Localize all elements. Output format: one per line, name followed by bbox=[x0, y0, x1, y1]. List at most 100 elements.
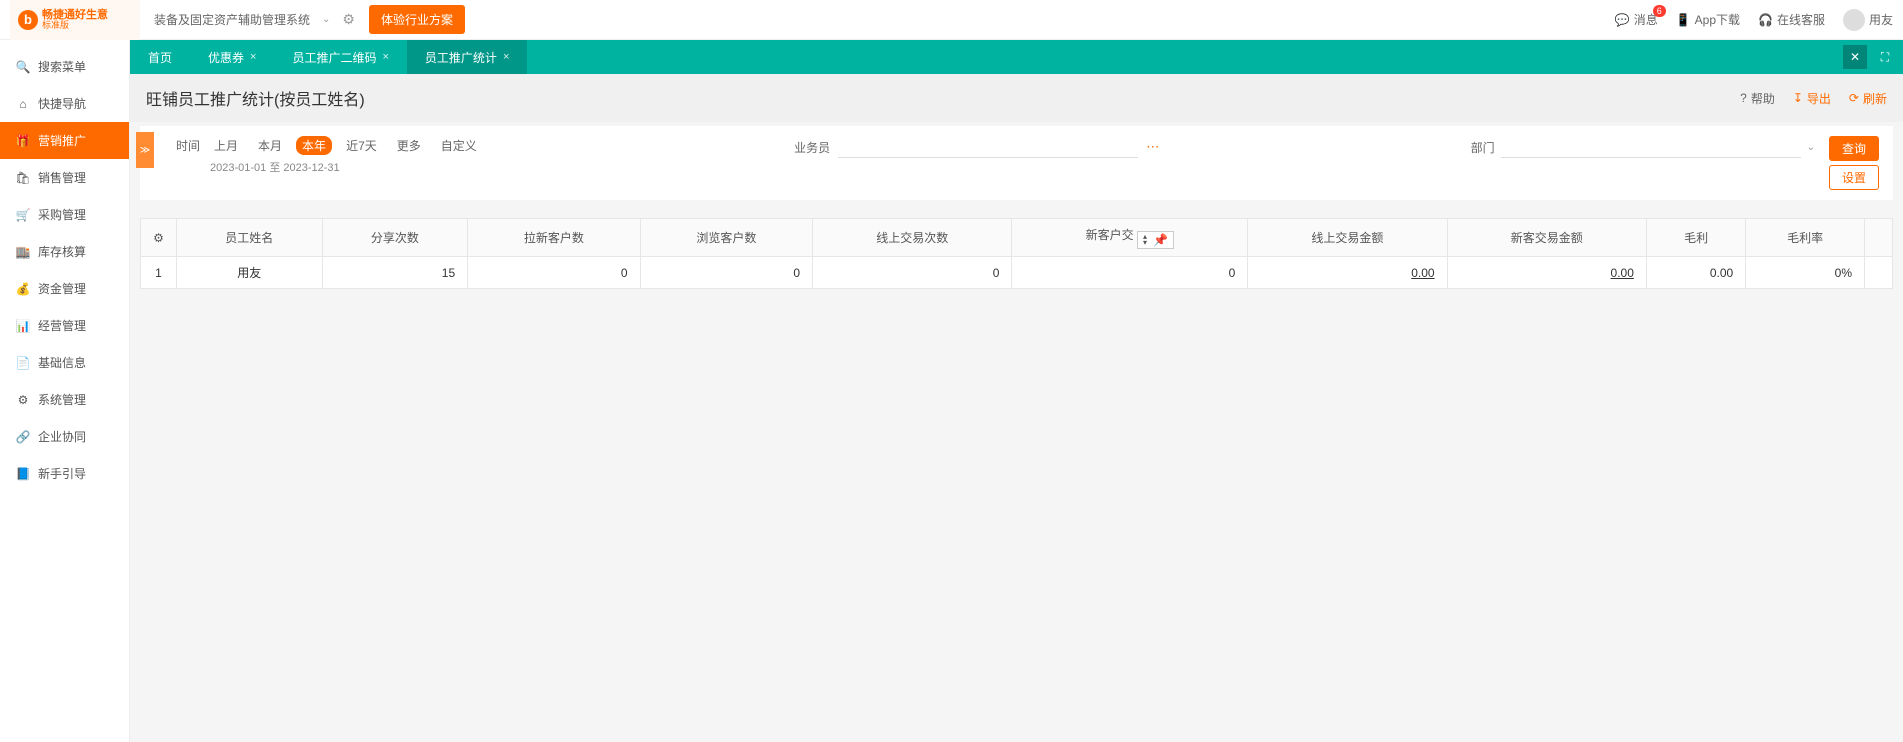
filter-bar: ≫ 时间 上月 本月 本年 近7天 更多 自定义 2023-01-01 至 20… bbox=[140, 126, 1893, 200]
dept-filter: 部门 ⌄ bbox=[1471, 136, 1815, 158]
sidebar-item-base[interactable]: 📄基础信息 bbox=[0, 344, 129, 381]
search-icon: 🔍 bbox=[16, 60, 30, 74]
time-opt-5[interactable]: 自定义 bbox=[435, 136, 483, 155]
cell-share: 15 bbox=[322, 257, 468, 289]
fullscreen-button[interactable]: ⛶ bbox=[1873, 45, 1897, 69]
cell-profit: 0.00 bbox=[1646, 257, 1745, 289]
bag-icon: 🛍 bbox=[16, 171, 30, 185]
export-button[interactable]: ↧导出 bbox=[1793, 90, 1831, 107]
cell-rate: 0% bbox=[1746, 257, 1865, 289]
close-icon[interactable]: × bbox=[503, 51, 509, 63]
cell-otx: 0 bbox=[813, 257, 1012, 289]
home-icon: ⌂ bbox=[16, 97, 30, 111]
col-profit[interactable]: 毛利 bbox=[1646, 219, 1745, 257]
col-gear[interactable]: ⚙ bbox=[141, 219, 177, 257]
sidebar-item-fund[interactable]: 💰资金管理 bbox=[0, 270, 129, 307]
date-range-label: 2023-01-01 至 2023-12-31 bbox=[176, 159, 483, 175]
tab-home[interactable]: 首页 bbox=[130, 40, 190, 74]
book-icon: 📘 bbox=[16, 467, 30, 481]
notice-button[interactable]: 💬 消息 6 bbox=[1615, 11, 1658, 28]
sidebar-item-guide[interactable]: 📘新手引导 bbox=[0, 455, 129, 492]
cell-idx: 1 bbox=[141, 257, 177, 289]
sidebar: 🔍搜索菜单 ⌂快捷导航 🎁营销推广 🛍销售管理 🛒采购管理 🏬库存核算 💰资金管… bbox=[0, 40, 130, 742]
time-opt-3[interactable]: 近7天 bbox=[340, 136, 383, 155]
system-name: 装备及固定资产辅助管理系统 bbox=[154, 11, 310, 28]
col-browse[interactable]: 浏览客户数 bbox=[640, 219, 812, 257]
close-icon[interactable]: × bbox=[250, 51, 256, 63]
table: ⚙ 员工姓名 分享次数 拉新客户数 浏览客户数 线上交易次数 新客户交 ▴▾ 📌 bbox=[140, 218, 1893, 289]
col-namt[interactable]: 新客交易金额 bbox=[1447, 219, 1646, 257]
sort-control[interactable]: ▴▾ 📌 bbox=[1137, 231, 1174, 249]
table-row[interactable]: 1 用友 15 0 0 0 0 0.00 0.00 0.00 0% bbox=[141, 257, 1893, 289]
chat-icon: 💬 bbox=[1615, 13, 1630, 27]
user-menu[interactable]: 用友 bbox=[1843, 9, 1893, 31]
page-title: 旺铺员工推广统计(按员工姓名) bbox=[146, 86, 365, 110]
help-button[interactable]: ?帮助 bbox=[1740, 90, 1775, 107]
operator-label: 业务员 bbox=[794, 139, 830, 156]
sidebar-item-purchase[interactable]: 🛒采购管理 bbox=[0, 196, 129, 233]
cell-name: 用友 bbox=[177, 257, 323, 289]
cell-nctx: 0 bbox=[1012, 257, 1248, 289]
download-button[interactable]: 📱 App下载 bbox=[1676, 11, 1740, 28]
system-selector[interactable]: 装备及固定资产辅助管理系统 ⌄ ⚙ bbox=[154, 11, 355, 28]
chevron-down-icon: ⌄ bbox=[322, 14, 330, 25]
service-button[interactable]: 🎧 在线客服 bbox=[1758, 11, 1825, 28]
cell-namt[interactable]: 0.00 bbox=[1447, 257, 1646, 289]
export-icon: ↧ bbox=[1793, 91, 1803, 105]
cell-spacer bbox=[1865, 257, 1893, 289]
sidebar-item-search[interactable]: 🔍搜索菜单 bbox=[0, 48, 129, 85]
gear-icon[interactable]: ⚙ bbox=[342, 11, 355, 28]
col-name[interactable]: 员工姓名 bbox=[177, 219, 323, 257]
operator-input[interactable] bbox=[838, 136, 1138, 158]
sidebar-item-marketing[interactable]: 🎁营销推广 bbox=[0, 122, 129, 159]
experience-button[interactable]: 体验行业方案 bbox=[369, 5, 465, 34]
content: 首页 优惠券× 员工推广二维码× 员工推广统计× ✕ ⛶ 旺铺员工推广统计(按员… bbox=[130, 40, 1903, 742]
tab-coupon[interactable]: 优惠券× bbox=[190, 40, 274, 74]
money-icon: 💰 bbox=[16, 282, 30, 296]
time-opt-1[interactable]: 本月 bbox=[252, 136, 288, 155]
refresh-icon: ⟳ bbox=[1849, 91, 1859, 105]
col-nctx[interactable]: 新客户交 ▴▾ 📌 bbox=[1012, 219, 1248, 257]
sidebar-item-sys[interactable]: ⚙系统管理 bbox=[0, 381, 129, 418]
logo-main-text: 畅捷通好生意 bbox=[42, 9, 108, 21]
more-icon[interactable]: ⋯ bbox=[1146, 139, 1159, 155]
dept-select[interactable] bbox=[1501, 136, 1801, 158]
col-otx[interactable]: 线上交易次数 bbox=[813, 219, 1012, 257]
close-all-button[interactable]: ✕ bbox=[1843, 45, 1867, 69]
sort-arrows-icon: ▴▾ bbox=[1143, 234, 1147, 246]
sidebar-item-biz[interactable]: 📊经营管理 bbox=[0, 307, 129, 344]
col-oamt[interactable]: 线上交易金额 bbox=[1248, 219, 1447, 257]
query-button[interactable]: 查询 bbox=[1829, 136, 1879, 161]
sidebar-item-sales[interactable]: 🛍销售管理 bbox=[0, 159, 129, 196]
settings-icon: ⚙ bbox=[16, 393, 30, 407]
chevron-down-icon[interactable]: ⌄ bbox=[1807, 142, 1815, 153]
logo: b 畅捷通好生意 标准版 bbox=[10, 0, 140, 40]
refresh-button[interactable]: ⟳刷新 bbox=[1849, 90, 1887, 107]
col-rate[interactable]: 毛利率 bbox=[1746, 219, 1865, 257]
header-right: 💬 消息 6 📱 App下载 🎧 在线客服 用友 bbox=[1615, 9, 1893, 31]
sidebar-item-stock[interactable]: 🏬库存核算 bbox=[0, 233, 129, 270]
pin-icon: 📌 bbox=[1153, 233, 1168, 247]
logo-sub-text: 标准版 bbox=[42, 21, 108, 31]
collapse-button[interactable]: ≫ bbox=[136, 132, 154, 168]
col-share[interactable]: 分享次数 bbox=[322, 219, 468, 257]
time-opt-4[interactable]: 更多 bbox=[391, 136, 427, 155]
sidebar-item-ent[interactable]: 🔗企业协同 bbox=[0, 418, 129, 455]
col-newc[interactable]: 拉新客户数 bbox=[468, 219, 640, 257]
col-spacer bbox=[1865, 219, 1893, 257]
tab-stats[interactable]: 员工推广统计× bbox=[407, 40, 527, 74]
logo-icon: b bbox=[18, 10, 38, 30]
time-opt-2[interactable]: 本年 bbox=[296, 136, 332, 155]
question-icon: ? bbox=[1740, 91, 1747, 105]
time-opt-0[interactable]: 上月 bbox=[208, 136, 244, 155]
tab-qrcode[interactable]: 员工推广二维码× bbox=[274, 40, 406, 74]
time-filter: 时间 上月 本月 本年 近7天 更多 自定义 2023-01-01 至 2023… bbox=[176, 136, 483, 175]
headset-icon: 🎧 bbox=[1758, 13, 1773, 27]
tab-bar: 首页 优惠券× 员工推广二维码× 员工推广统计× ✕ ⛶ bbox=[130, 40, 1903, 74]
sidebar-item-quick[interactable]: ⌂快捷导航 bbox=[0, 85, 129, 122]
cell-oamt[interactable]: 0.00 bbox=[1248, 257, 1447, 289]
table-header-row: ⚙ 员工姓名 分享次数 拉新客户数 浏览客户数 线上交易次数 新客户交 ▴▾ 📌 bbox=[141, 219, 1893, 257]
setting-button[interactable]: 设置 bbox=[1829, 165, 1879, 190]
close-icon[interactable]: × bbox=[382, 51, 388, 63]
cell-newc: 0 bbox=[468, 257, 640, 289]
